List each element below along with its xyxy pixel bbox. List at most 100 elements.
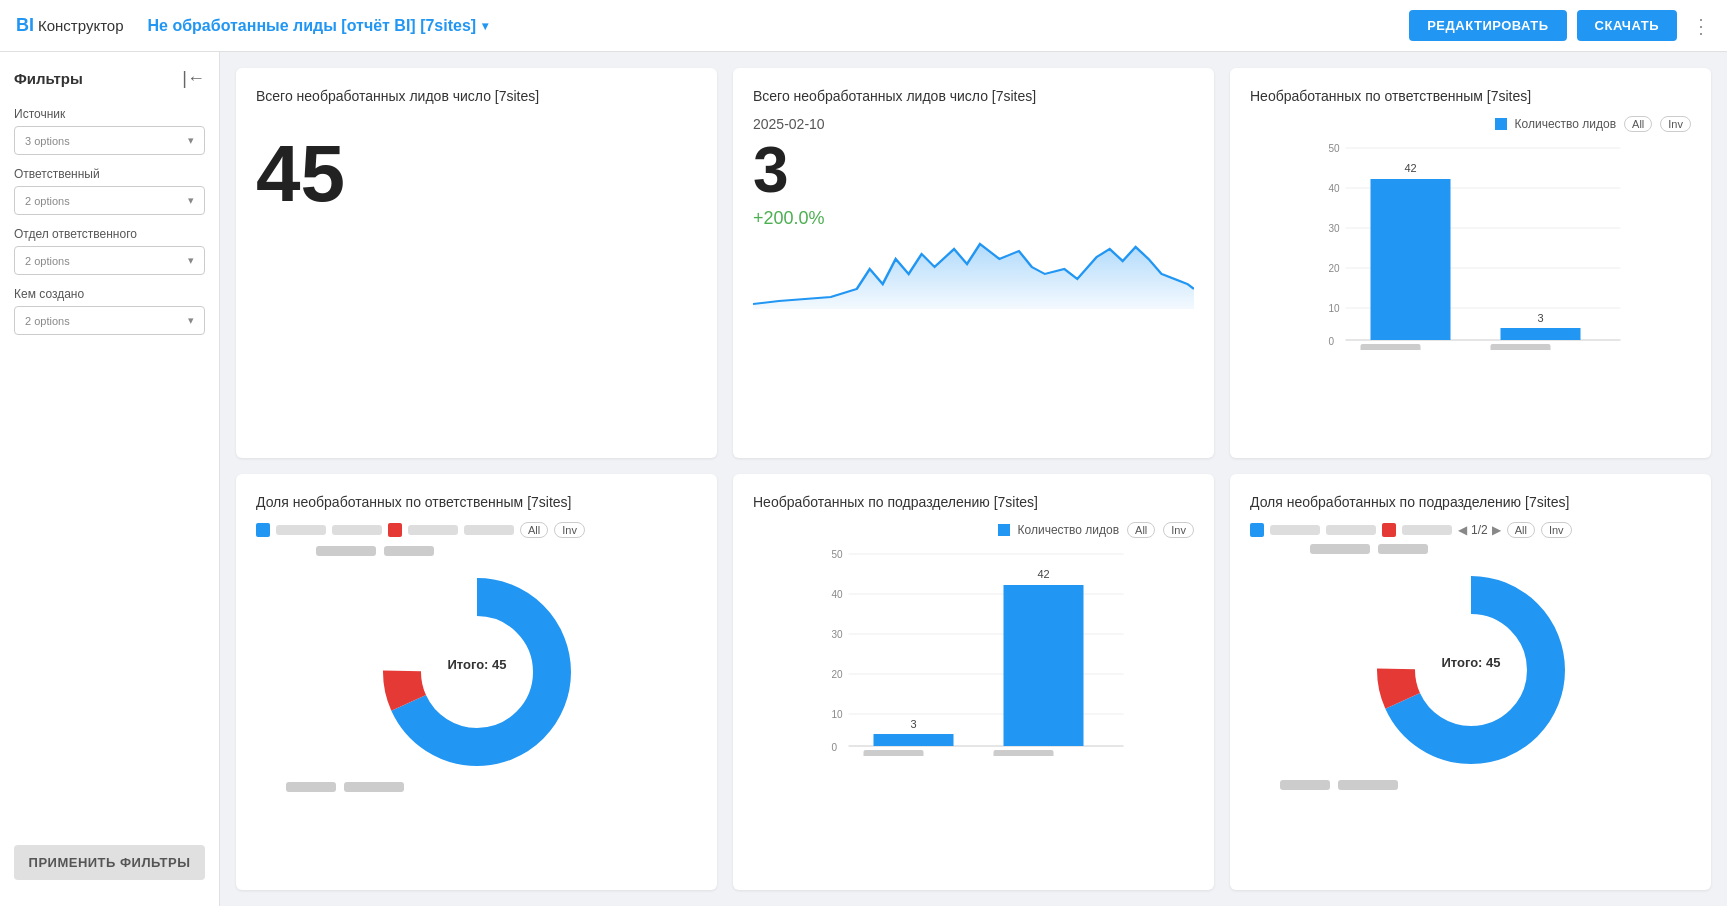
card6-x-labels-bottom	[1280, 780, 1691, 790]
svg-text:30: 30	[832, 629, 844, 640]
card6-x-labels	[1310, 544, 1691, 554]
svg-point-20	[422, 617, 532, 727]
inv-badge-4[interactable]: Inv	[554, 522, 585, 538]
svg-text:40: 40	[1329, 183, 1341, 194]
apply-filters-button[interactable]: ПРИМЕНИТЬ ФИЛЬТРЫ	[14, 845, 205, 880]
svg-text:50: 50	[832, 549, 844, 560]
legend-dot-5-icon	[998, 524, 1010, 536]
filter-group-creator: Кем создано 2 options ▾	[0, 281, 219, 341]
svg-text:3: 3	[910, 718, 916, 730]
legend-blue-icon	[256, 523, 270, 537]
page-indicator: 1/2	[1471, 523, 1488, 537]
prev-page-icon[interactable]: ◀	[1458, 523, 1467, 537]
legend-text-4	[464, 525, 514, 535]
svg-text:50: 50	[1329, 143, 1341, 154]
filter-select-source[interactable]: 3 options ▾	[14, 126, 205, 155]
card3-legend-row: Количество лидов All Inv	[1250, 116, 1691, 132]
sidebar-header: Фильтры |←	[0, 64, 219, 101]
more-options-icon[interactable]: ⋮	[1691, 14, 1711, 38]
report-title[interactable]: Не обработанные лиды [отчёт BI] [7sites]…	[148, 17, 489, 35]
filter-group-dept: Отдел ответственного 2 options ▾	[0, 221, 219, 281]
legend-text-2	[332, 525, 382, 535]
svg-text:Итого: 45: Итого: 45	[1441, 655, 1500, 670]
all-badge-4[interactable]: All	[520, 522, 548, 538]
all-badge-5[interactable]: All	[1127, 522, 1155, 538]
edit-button[interactable]: РЕДАКТИРОВАТЬ	[1409, 10, 1566, 41]
card2-title: Всего необработанных лидов число [7sites…	[753, 88, 1194, 104]
legend-red-icon	[388, 523, 402, 537]
legend6-text-1	[1270, 525, 1320, 535]
filter-group-responsible: Ответственный 2 options ▾	[0, 161, 219, 221]
card-total-count: Всего необработанных лидов число [7sites…	[236, 68, 717, 458]
svg-text:42: 42	[1404, 162, 1416, 174]
filter-select-responsible[interactable]: 2 options ▾	[14, 186, 205, 215]
legend6-text-2	[1326, 525, 1376, 535]
main-layout: Фильтры |← Источник 3 options ▾ Ответств…	[0, 52, 1727, 906]
svg-point-42	[1416, 615, 1526, 725]
svg-text:0: 0	[832, 742, 838, 753]
svg-text:40: 40	[832, 589, 844, 600]
blurred6-label-1	[1310, 544, 1370, 554]
blurred6-label-2	[1378, 544, 1428, 554]
blurred-label-3	[286, 782, 336, 792]
inv-badge-6[interactable]: Inv	[1541, 522, 1572, 538]
download-button[interactable]: СКАЧАТЬ	[1577, 10, 1677, 41]
sidebar: Фильтры |← Источник 3 options ▾ Ответств…	[0, 52, 220, 906]
svg-rect-17	[1491, 344, 1551, 350]
card6-legend-row: ◀ 1/2 ▶ All Inv	[1250, 522, 1691, 538]
card4-x-labels	[316, 546, 697, 556]
filter-chevron-responsible: ▾	[188, 194, 194, 207]
card2-number: 3	[753, 138, 1194, 202]
svg-rect-39	[994, 750, 1054, 756]
legend6-text-3	[1402, 525, 1452, 535]
card1-title: Всего необработанных лидов число [7sites…	[256, 88, 697, 104]
svg-text:20: 20	[832, 669, 844, 680]
blurred-label-2	[384, 546, 434, 556]
svg-text:30: 30	[1329, 223, 1341, 234]
filter-value-responsible: 2 options	[25, 195, 70, 207]
card1-big-number: 45	[256, 134, 697, 214]
svg-rect-14	[1501, 328, 1581, 340]
all-badge-6[interactable]: All	[1507, 522, 1535, 538]
filter-select-dept[interactable]: 2 options ▾	[14, 246, 205, 275]
card4-legend-strip: All Inv	[256, 522, 697, 538]
card4-donut: Итого: 45	[256, 562, 697, 782]
sidebar-title: Фильтры	[14, 70, 83, 87]
inv-badge[interactable]: Inv	[1660, 116, 1691, 132]
chevron-down-icon: ▾	[482, 19, 488, 33]
blurred6-label-3	[1280, 780, 1330, 790]
next-page-icon[interactable]: ▶	[1492, 523, 1501, 537]
card5-title: Необработанных по подразделению [7sites]	[753, 494, 1194, 510]
svg-text:10: 10	[1329, 303, 1341, 314]
svg-text:3: 3	[1537, 312, 1543, 324]
blurred6-label-4	[1338, 780, 1398, 790]
card-donut-dept: Доля необработанных по подразделению [7s…	[1230, 474, 1711, 890]
card6-title: Доля необработанных по подразделению [7s…	[1250, 494, 1691, 510]
inv-badge-5[interactable]: Inv	[1163, 522, 1194, 538]
collapse-sidebar-icon[interactable]: |←	[182, 68, 205, 89]
filter-select-creator[interactable]: 2 options ▾	[14, 306, 205, 335]
card6-donut: Итого: 45	[1250, 560, 1691, 780]
card-donut-responsible: Доля необработанных по ответственным [7s…	[236, 474, 717, 890]
card-bar-responsible: Необработанных по ответственным [7sites]…	[1230, 68, 1711, 458]
filter-value-source: 3 options	[25, 135, 70, 147]
sidebar-apply: ПРИМЕНИТЬ ФИЛЬТРЫ	[0, 831, 219, 894]
filter-chevron-dept: ▾	[188, 254, 194, 267]
svg-rect-16	[1361, 344, 1421, 350]
all-badge[interactable]: All	[1624, 116, 1652, 132]
legend-blue-6-icon	[1250, 523, 1264, 537]
header-actions: РЕДАКТИРОВАТЬ СКАЧАТЬ ⋮	[1409, 10, 1711, 41]
card4-x-labels-bottom	[286, 782, 697, 792]
sparkline	[753, 239, 1194, 309]
blurred-label-1	[316, 546, 376, 556]
svg-rect-34	[874, 734, 954, 746]
filter-label-creator: Кем создано	[14, 287, 205, 301]
svg-rect-36	[1004, 585, 1084, 746]
svg-text:42: 42	[1037, 568, 1049, 580]
svg-text:0: 0	[1329, 336, 1335, 347]
svg-rect-12	[1371, 179, 1451, 340]
card5-legend-row: Количество лидов All Inv	[753, 522, 1194, 538]
svg-rect-38	[864, 750, 924, 756]
filter-chevron-creator: ▾	[188, 314, 194, 327]
card5-bar-chart: 50 40 30 20 10 0 3 4	[753, 546, 1194, 766]
